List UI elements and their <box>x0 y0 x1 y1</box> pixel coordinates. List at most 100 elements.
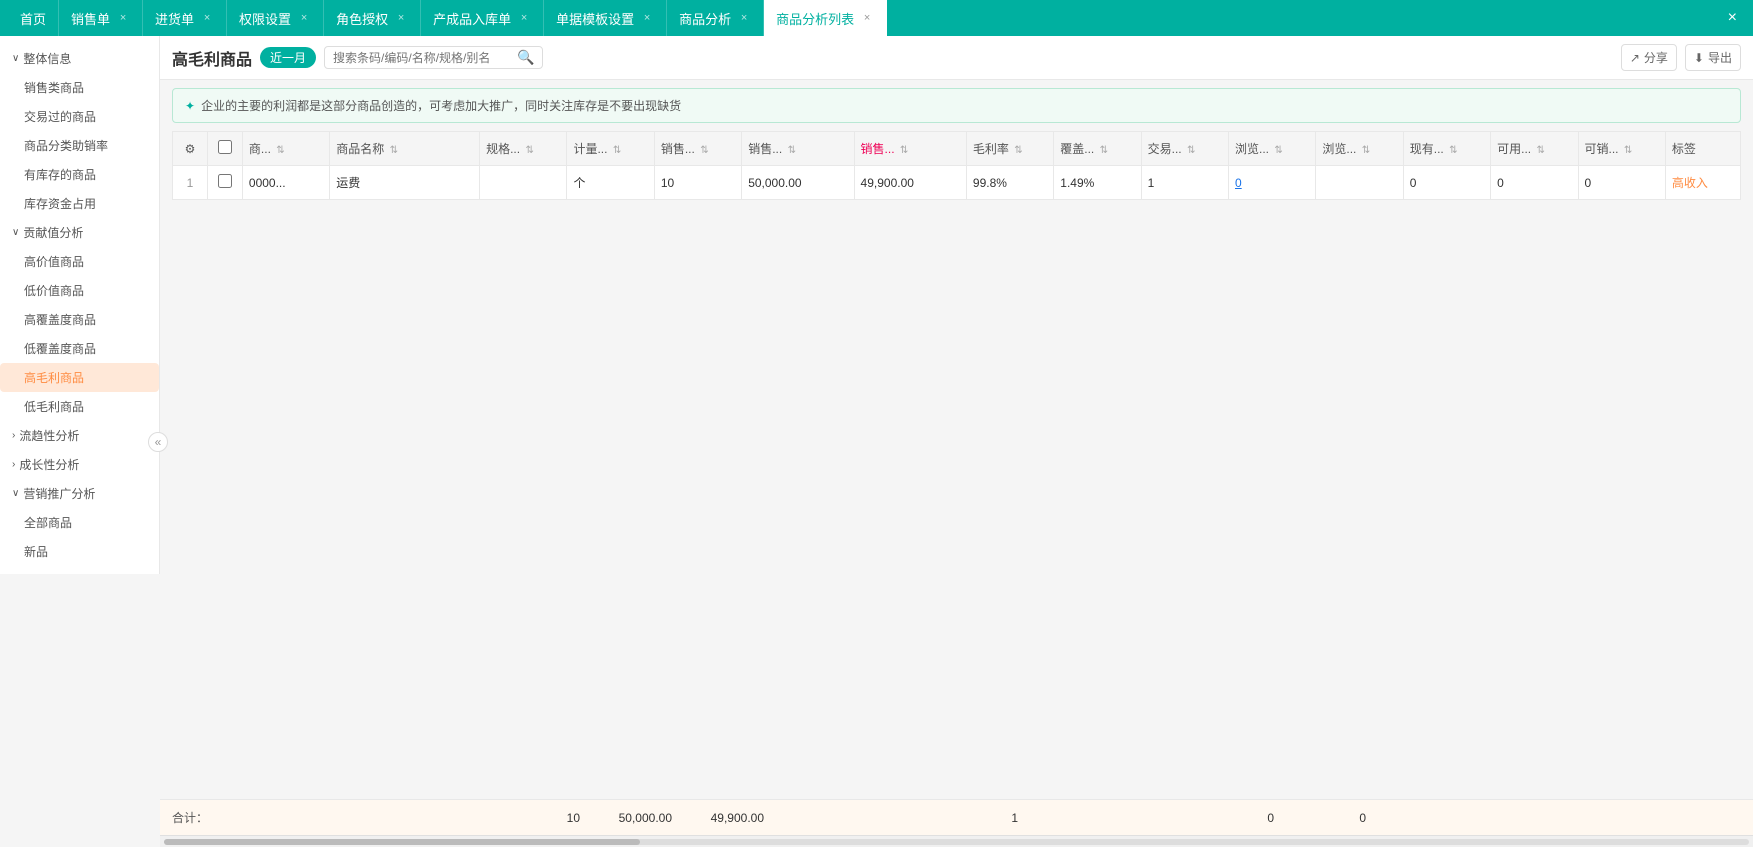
nav-role-auth[interactable]: 角色授权 × <box>324 0 421 36</box>
sort-icon-views1: ⇅ <box>1274 145 1282 156</box>
col-sales-amount[interactable]: 销售... ⇅ <box>742 132 854 166</box>
col-coverage[interactable]: 覆盖... ⇅ <box>1054 132 1141 166</box>
sidebar-group-trend[interactable]: › 流趋性分析 <box>0 421 159 450</box>
sidebar-item-category-sales-rate[interactable]: 商品分类助销率 <box>0 131 159 160</box>
cell-sellable-stock: 0 <box>1578 166 1665 200</box>
cell-current-stock: 0 <box>1403 166 1490 200</box>
scrollbar-thumb[interactable] <box>164 839 640 845</box>
footer-sales-count: 10 <box>506 811 586 825</box>
sidebar: ∨ 整体信息 销售类商品 交易过的商品 商品分类助销率 有库存的商品 库存资金占… <box>0 36 160 574</box>
cell-spec <box>480 166 567 200</box>
table-container[interactable]: ⚙ 商... ⇅ 商品名称 ⇅ <box>160 131 1753 799</box>
cell-views1: 0 <box>1229 166 1316 200</box>
search-icon[interactable]: 🔍 <box>517 49 534 66</box>
sidebar-item-low-coverage[interactable]: 低覆盖度商品 <box>0 334 159 363</box>
nav-home[interactable]: 首页 <box>8 0 59 36</box>
sidebar-group-overall[interactable]: ∨ 整体信息 <box>0 44 159 73</box>
nav-permission-settings[interactable]: 权限设置 × <box>227 0 324 36</box>
close-tab-analysis[interactable]: × <box>737 11 751 25</box>
footer-sales-amount: 50,000.00 <box>598 811 678 825</box>
table-header-row: ⚙ 商... ⇅ 商品名称 ⇅ <box>173 132 1741 166</box>
close-tab-analysis-list[interactable]: × <box>860 11 874 25</box>
nav-product-analysis[interactable]: 商品分析 × <box>667 0 764 36</box>
search-input[interactable] <box>333 51 513 65</box>
footer-current-stock: 0 <box>1200 811 1280 825</box>
sidebar-group-marketing[interactable]: ∨ 营销推广分析 <box>0 479 159 508</box>
sort-icon-available-stock: ⇅ <box>1537 145 1545 156</box>
collapse-sidebar-button[interactable]: « <box>148 432 168 452</box>
export-button[interactable]: ⬇ 导出 <box>1685 44 1741 71</box>
sidebar-item-low-value[interactable]: 低价值商品 <box>0 276 159 305</box>
top-navigation: 首页 销售单 × 进货单 × 权限设置 × 角色授权 × 产成品入库单 × 单据… <box>0 0 1753 36</box>
col-name[interactable]: 商品名称 ⇅ <box>330 132 480 166</box>
nav-purchase-order[interactable]: 进货单 × <box>143 0 227 36</box>
col-sellable-stock[interactable]: 可销... ⇅ <box>1578 132 1665 166</box>
cell-transactions: 1 <box>1141 166 1228 200</box>
scrollbar-track <box>164 839 1749 845</box>
sidebar-item-new-goods[interactable]: 新品 <box>0 537 159 566</box>
close-tab-purchase[interactable]: × <box>200 11 214 25</box>
col-checkbox[interactable] <box>207 132 242 166</box>
sort-icon-sales-profit: ⇅ <box>900 145 908 156</box>
sort-icon-transactions: ⇅ <box>1187 145 1195 156</box>
footer-transactions: 1 <box>944 811 1024 825</box>
row-checkbox[interactable] <box>218 174 232 188</box>
cell-coverage: 1.49% <box>1054 166 1141 200</box>
close-tab-role[interactable]: × <box>394 11 408 25</box>
col-tag[interactable]: 标签 <box>1665 132 1740 166</box>
sidebar-item-sales-goods[interactable]: 销售类商品 <box>0 73 159 102</box>
nav-template-settings[interactable]: 单据模板设置 × <box>544 0 667 36</box>
col-spec[interactable]: 规格... ⇅ <box>480 132 567 166</box>
col-transactions[interactable]: 交易... ⇅ <box>1141 132 1228 166</box>
col-views1[interactable]: 浏览... ⇅ <box>1229 132 1316 166</box>
sidebar-item-stock-capital[interactable]: 库存资金占用 <box>0 189 159 218</box>
col-code[interactable]: 商... ⇅ <box>242 132 329 166</box>
sort-icon-code: ⇅ <box>276 145 284 156</box>
col-gross-margin[interactable]: 毛利率 ⇅ <box>966 132 1053 166</box>
sidebar-group-growth[interactable]: › 成长性分析 <box>0 450 159 479</box>
sidebar-item-traded-goods[interactable]: 交易过的商品 <box>0 102 159 131</box>
col-current-stock[interactable]: 现有... ⇅ <box>1403 132 1490 166</box>
arrow-icon-marketing: ∨ <box>12 488 19 499</box>
row-checkbox-cell[interactable] <box>207 166 242 200</box>
arrow-icon: ∨ <box>12 53 19 64</box>
col-sales-count[interactable]: 销售... ⇅ <box>654 132 741 166</box>
time-filter-button[interactable]: 近一月 <box>260 47 316 68</box>
share-button[interactable]: ↗ 分享 <box>1621 44 1677 71</box>
horizontal-scrollbar[interactable] <box>160 835 1753 847</box>
cell-name: 运费 <box>330 166 480 200</box>
col-settings[interactable]: ⚙ <box>173 132 208 166</box>
cell-code: 0000... <box>242 166 329 200</box>
nav-analysis-list[interactable]: 商品分析列表 × <box>764 0 887 36</box>
cell-sales-amount: 50,000.00 <box>742 166 854 200</box>
close-tab-inbound[interactable]: × <box>517 11 531 25</box>
content-header: 高毛利商品 近一月 🔍 ↗ 分享 ⬇ 导出 <box>160 36 1753 80</box>
sidebar-item-high-coverage[interactable]: 高覆盖度商品 <box>0 305 159 334</box>
sort-icon-name: ⇅ <box>390 145 398 156</box>
sidebar-item-high-value[interactable]: 高价值商品 <box>0 247 159 276</box>
sort-icon-spec: ⇅ <box>525 145 533 156</box>
col-unit[interactable]: 计量... ⇅ <box>567 132 654 166</box>
footer-sales-profit: 49,900.00 <box>690 811 770 825</box>
sidebar-item-low-margin[interactable]: 低毛利商品 <box>0 392 159 421</box>
sidebar-item-high-margin[interactable]: 高毛利商品 <box>0 363 159 392</box>
select-all-checkbox[interactable] <box>218 140 232 154</box>
sort-icon-views2: ⇅ <box>1362 145 1370 156</box>
share-icon: ↗ <box>1630 51 1640 65</box>
sidebar-item-all-goods[interactable]: 全部商品 <box>0 508 159 537</box>
close-tab-template[interactable]: × <box>640 11 654 25</box>
nav-sales-order[interactable]: 销售单 × <box>59 0 143 36</box>
sidebar-wrapper: ∨ 整体信息 销售类商品 交易过的商品 商品分类助销率 有库存的商品 库存资金占… <box>0 36 160 847</box>
window-close-button[interactable]: × <box>1720 9 1745 27</box>
info-icon: ✦ <box>185 99 195 113</box>
sort-icon-current-stock: ⇅ <box>1449 145 1457 156</box>
col-sales-profit[interactable]: 销售... ⇅ <box>854 132 966 166</box>
col-available-stock[interactable]: 可用... ⇅ <box>1491 132 1578 166</box>
close-tab-sales[interactable]: × <box>116 11 130 25</box>
nav-product-inbound[interactable]: 产成品入库单 × <box>421 0 544 36</box>
sidebar-item-stocked-goods[interactable]: 有库存的商品 <box>0 160 159 189</box>
content-area: 高毛利商品 近一月 🔍 ↗ 分享 ⬇ 导出 ✦ 企业的主要的利润都是这部分商品创… <box>160 36 1753 847</box>
close-tab-permission[interactable]: × <box>297 11 311 25</box>
col-views2[interactable]: 浏览... ⇅ <box>1316 132 1403 166</box>
sidebar-group-contribution[interactable]: ∨ 贡献值分析 <box>0 218 159 247</box>
